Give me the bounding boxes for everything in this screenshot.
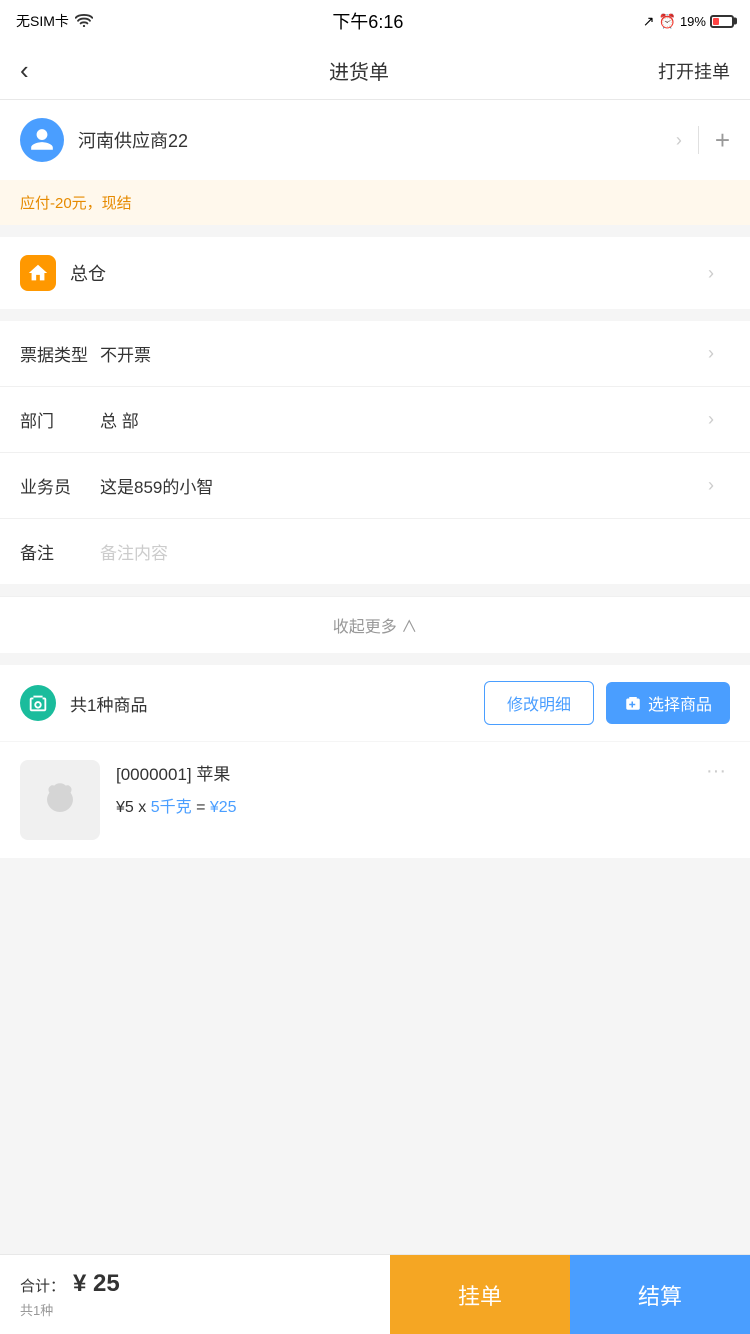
status-time: 下午6:16	[332, 8, 403, 34]
warehouse-row[interactable]: 总仓 ›	[0, 237, 750, 309]
products-icon	[20, 685, 56, 721]
product-item: [0000001] 苹果 ¥5 x 5千克 = ¥25 ···	[0, 742, 750, 858]
remark-input[interactable]: 备注内容	[100, 539, 730, 564]
select-product-label: 选择商品	[648, 691, 712, 715]
sales-row[interactable]: 业务员 这是859的小智 ›	[0, 453, 750, 519]
status-bar: 无SIM卡 下午6:16 ↗ ⏰ 19%	[0, 0, 750, 42]
product-name: [0000001] 苹果	[116, 760, 702, 785]
supplier-avatar	[20, 118, 64, 162]
supplier-chevron-icon: ›	[676, 130, 682, 151]
total-label: 合计：	[20, 1275, 65, 1296]
supplier-row[interactable]: 河南供应商22 › +	[0, 100, 750, 180]
sales-value: 这是859的小智	[100, 473, 708, 498]
nav-bar: ‹ 进货单 打开挂单	[0, 42, 750, 100]
dept-row[interactable]: 部门 总 部 ›	[0, 387, 750, 453]
invoice-type-row[interactable]: 票据类型 不开票 ›	[0, 321, 750, 387]
product-info: [0000001] 苹果 ¥5 x 5千克 = ¥25	[116, 760, 702, 817]
status-left: 无SIM卡	[16, 11, 93, 31]
battery-icon	[710, 15, 734, 28]
warehouse-chevron-icon: ›	[708, 263, 714, 284]
remark-label: 备注	[20, 539, 100, 564]
add-supplier-button[interactable]: +	[715, 125, 730, 156]
alarm-icon: ⏰	[659, 13, 676, 30]
warehouse-icon	[20, 255, 56, 291]
warehouse-section: 总仓 ›	[0, 237, 750, 309]
collapse-button[interactable]: 收起更多 ∧	[0, 596, 750, 653]
form-section: 票据类型 不开票 › 部门 总 部 › 业务员 这是859的小智 › 备注 备注…	[0, 321, 750, 584]
products-header: 共1种商品 修改明细 选择商品	[0, 665, 750, 741]
status-right: ↗ ⏰ 19%	[643, 13, 734, 30]
footer-total-main: 合计： ¥ 25	[20, 1270, 370, 1298]
footer-sub: 共1种	[20, 1300, 370, 1319]
main-content: 河南供应商22 › + 应付-20元，现结 总仓 › 票据类型 不开票 › 部门…	[0, 100, 750, 950]
checkout-button[interactable]: 结算	[570, 1255, 750, 1334]
footer-total: 合计： ¥ 25 共1种	[0, 1270, 390, 1319]
select-product-button[interactable]: 选择商品	[606, 682, 730, 724]
supplier-name: 河南供应商22	[78, 127, 676, 153]
sales-chevron-icon: ›	[708, 475, 714, 496]
warehouse-name: 总仓	[70, 260, 708, 286]
invoice-value: 不开票	[100, 341, 708, 366]
sales-label: 业务员	[20, 473, 100, 498]
product-more-button[interactable]: ···	[702, 760, 730, 783]
supplier-section: 河南供应商22 › + 应付-20元，现结	[0, 100, 750, 225]
open-pending-button[interactable]: 打开挂单	[658, 58, 730, 84]
back-button[interactable]: ‹	[20, 55, 60, 86]
location-icon: ↗	[643, 13, 655, 30]
footer: 合计： ¥ 25 共1种 挂单 结算	[0, 1254, 750, 1334]
invoice-label: 票据类型	[20, 341, 100, 366]
hang-button[interactable]: 挂单	[390, 1255, 570, 1334]
invoice-chevron-icon: ›	[708, 343, 714, 364]
dept-label: 部门	[20, 407, 100, 432]
dept-value: 总 部	[100, 407, 708, 432]
dept-chevron-icon: ›	[708, 409, 714, 430]
carrier-label: 无SIM卡	[16, 11, 69, 31]
remark-row[interactable]: 备注 备注内容	[0, 519, 750, 584]
total-amount: ¥ 25	[73, 1270, 120, 1298]
supplier-notice: 应付-20元，现结	[0, 180, 750, 225]
edit-detail-button[interactable]: 修改明细	[484, 681, 594, 725]
battery-percent: 19%	[680, 14, 706, 29]
product-price: ¥5 x 5千克 = ¥25	[116, 793, 702, 817]
wifi-icon	[75, 13, 93, 30]
products-count: 共1种商品	[70, 691, 484, 716]
page-title: 进货单	[329, 56, 389, 85]
vertical-divider	[698, 126, 699, 154]
product-thumbnail	[20, 760, 100, 840]
